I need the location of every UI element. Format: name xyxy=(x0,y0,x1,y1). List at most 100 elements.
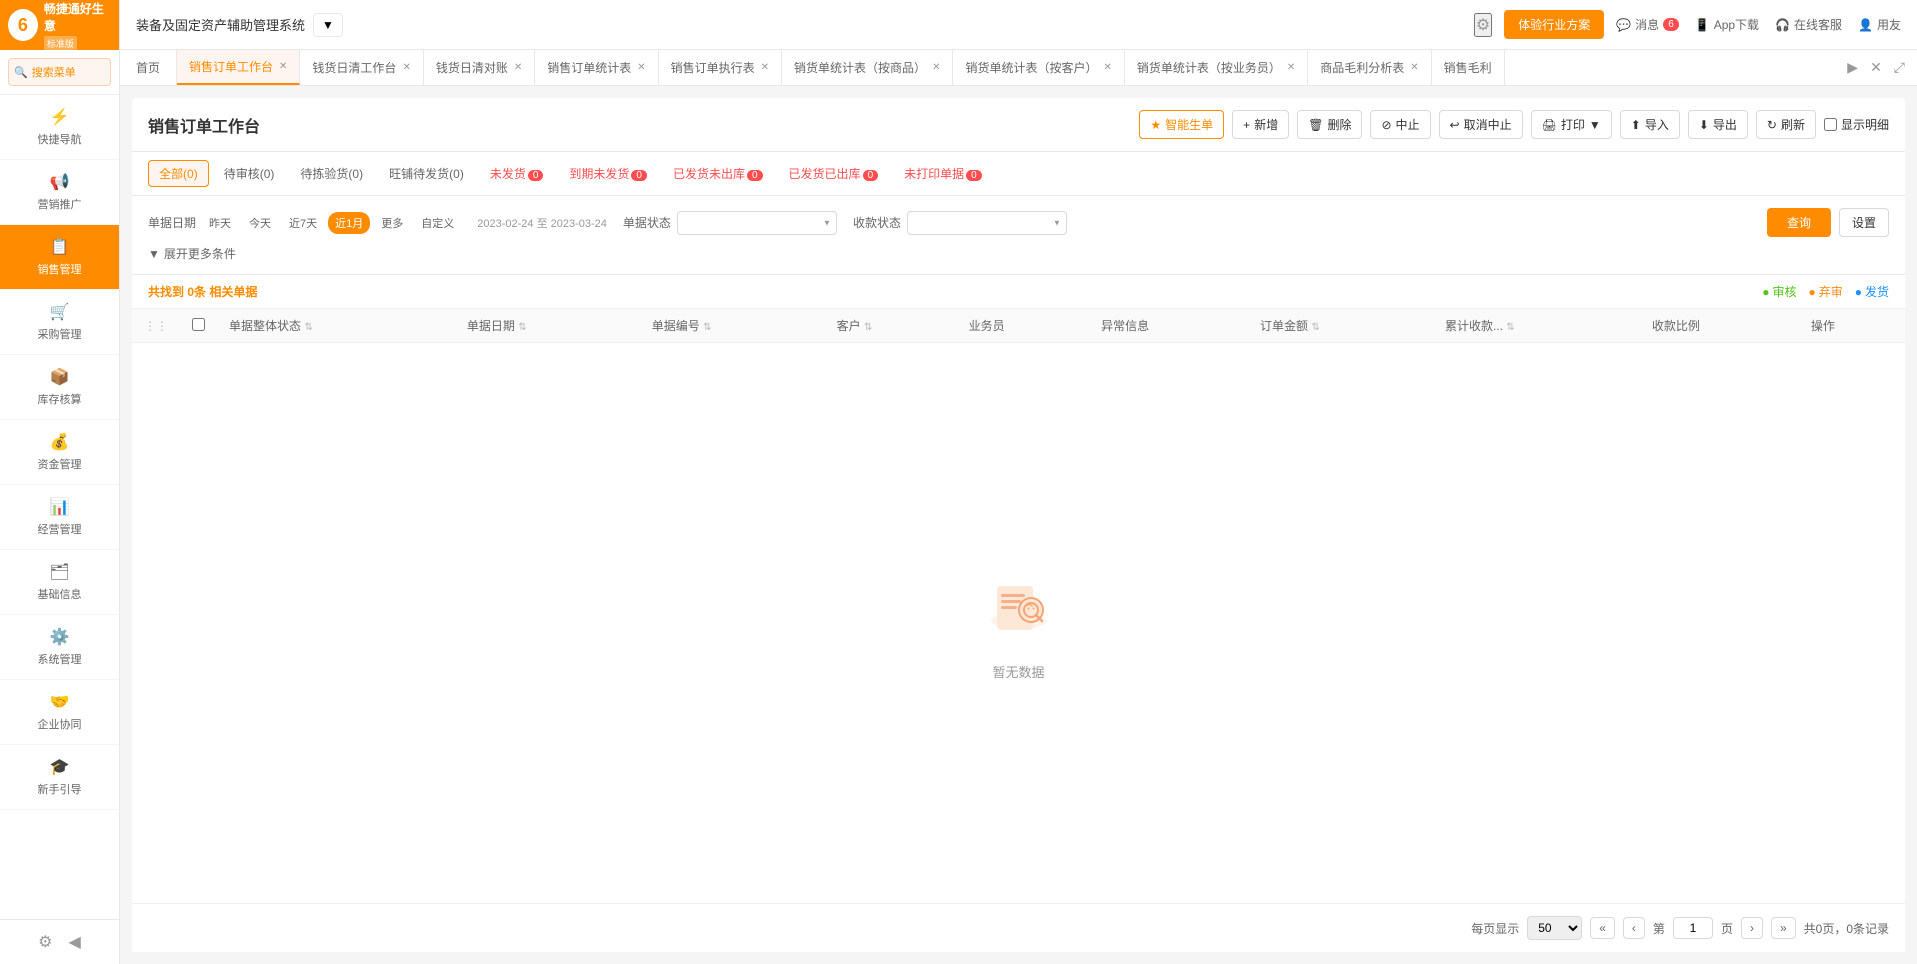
page-actions: ★ 智能生单 + 新增 🗑 删除 ⊘ 中止 ↩ 取消中止 xyxy=(1139,110,1889,139)
ship-button[interactable]: ● 发货 xyxy=(1855,283,1889,300)
date-btn-yesterday[interactable]: 昨天 xyxy=(202,212,238,234)
tab-goods-profit[interactable]: 商品毛利分析表 ✕ xyxy=(1308,50,1431,85)
sidebar-item-basic[interactable]: 🗂 基础信息 xyxy=(0,550,119,615)
tab-home[interactable]: 首页 xyxy=(120,50,177,85)
tab-close-icon[interactable]: ✕ xyxy=(761,62,769,73)
sort-date-icon[interactable]: ⇅ xyxy=(518,322,526,333)
sidebar-settings-button[interactable]: ⚙ xyxy=(34,928,56,956)
filter-tab-not-shipped[interactable]: 未发货0 xyxy=(479,160,555,187)
industry-solution-button[interactable]: 体验行业方案 xyxy=(1504,10,1604,39)
receipt-filter-item: 收款状态 xyxy=(853,211,1067,235)
sort-collected-icon[interactable]: ⇅ xyxy=(1506,322,1514,333)
filter-settings-button[interactable]: 设置 xyxy=(1839,208,1889,237)
filter-tab-pending-review[interactable]: 待审核(0) xyxy=(213,160,286,187)
prev-page-button[interactable]: ‹ xyxy=(1623,917,1645,939)
message-button[interactable]: 💬 消息 6 xyxy=(1616,16,1679,33)
filter-tab-all[interactable]: 全部(0) xyxy=(148,160,209,187)
print-button[interactable]: 🖨 打印 ▼ xyxy=(1531,110,1612,139)
status-select[interactable] xyxy=(677,211,837,235)
th-date: 单据日期 ⇅ xyxy=(455,309,640,343)
date-btn-today[interactable]: 今天 xyxy=(242,212,278,234)
tab-cash-daily[interactable]: 钱货日清工作台 ✕ xyxy=(300,50,423,85)
tab-close-icon[interactable]: ✕ xyxy=(279,61,287,72)
smart-create-button[interactable]: ★ 智能生单 xyxy=(1139,110,1224,139)
filter-tab-wangpu-pending[interactable]: 旺铺待发货(0) xyxy=(378,160,475,187)
tab-sales-stats[interactable]: 销售订单统计表 ✕ xyxy=(535,50,658,85)
pagination: 每页显示 20 50 100 « ‹ 第 页 › » 共0页，0条记录 xyxy=(132,903,1905,952)
tab-sales-by-product[interactable]: 销货单统计表（按商品） ✕ xyxy=(782,50,953,85)
sidebar-item-purchase[interactable]: 🛒 采购管理 xyxy=(0,290,119,355)
sidebar-item-finance[interactable]: 💰 资金管理 xyxy=(0,420,119,485)
app-download-button[interactable]: 📱 App下载 xyxy=(1695,16,1759,33)
stop-button[interactable]: ⊘ 中止 xyxy=(1370,110,1430,139)
tab-close-icon[interactable]: ✕ xyxy=(932,62,940,73)
show-detail-checkbox[interactable] xyxy=(1824,118,1837,131)
tab-maximize-button[interactable]: ⤢ xyxy=(1890,57,1909,78)
tab-sales-gross[interactable]: 销售毛利 xyxy=(1432,50,1505,85)
tab-close-icon[interactable]: ✕ xyxy=(1287,62,1295,73)
approve-button[interactable]: ● 审核 xyxy=(1762,283,1796,300)
tab-cash-reconcile[interactable]: 钱货日清对账 ✕ xyxy=(424,50,535,85)
date-btn-7days[interactable]: 近7天 xyxy=(282,212,324,234)
revoke-button[interactable]: ● 弃审 xyxy=(1808,283,1842,300)
per-page-select[interactable]: 20 50 100 xyxy=(1527,916,1582,940)
sidebar-item-sales[interactable]: 📋 销售管理 xyxy=(0,225,119,290)
filter-tab-shipped-out[interactable]: 已发货已出库0 xyxy=(778,160,890,187)
date-btn-custom[interactable]: 自定义 xyxy=(414,212,461,234)
sidebar-item-system[interactable]: ⚙️ 系统管理 xyxy=(0,615,119,680)
sort-status-icon[interactable]: ⇅ xyxy=(304,322,312,333)
query-button[interactable]: 查询 xyxy=(1767,208,1831,237)
sort-number-icon[interactable]: ⇅ xyxy=(703,322,711,333)
show-detail-label[interactable]: 显示明细 xyxy=(1824,116,1889,133)
export-icon: ⬇ xyxy=(1699,118,1709,132)
settings-icon-button[interactable]: ⚙ xyxy=(1474,13,1492,37)
next-page-button[interactable]: › xyxy=(1741,917,1763,939)
tab-close-icon[interactable]: ✕ xyxy=(402,62,410,73)
sidebar-item-inventory[interactable]: 📦 库存核算 xyxy=(0,355,119,420)
search-menu-button[interactable]: 🔍 搜索菜单 xyxy=(8,58,111,86)
sidebar-item-quick-nav[interactable]: ⚡ 快捷导航 xyxy=(0,95,119,160)
plus-icon: + xyxy=(1243,118,1250,132)
sidebar-item-marketing[interactable]: 📢 营销推广 xyxy=(0,160,119,225)
tab-sales-by-customer[interactable]: 销货单统计表（按客户） ✕ xyxy=(953,50,1124,85)
tab-close-icon[interactable]: ✕ xyxy=(637,62,645,73)
page-number-input[interactable] xyxy=(1673,917,1713,939)
cancel-stop-button[interactable]: ↩ 取消中止 xyxy=(1439,110,1523,139)
date-btn-1month[interactable]: 近1月 xyxy=(328,212,370,234)
sidebar-item-ops[interactable]: 📊 经营管理 xyxy=(0,485,119,550)
tab-close-icon[interactable]: ✕ xyxy=(1103,62,1111,73)
export-button[interactable]: ⬇ 导出 xyxy=(1688,110,1748,139)
tab-scroll-right-button[interactable]: ▶ xyxy=(1843,57,1862,78)
tab-sales-exec[interactable]: 销售订单执行表 ✕ xyxy=(659,50,782,85)
online-service-button[interactable]: 🎧 在线客服 xyxy=(1775,16,1842,33)
refresh-button[interactable]: ↻ 刷新 xyxy=(1756,110,1816,139)
filter-tab-pending-inspect[interactable]: 待拣验货(0) xyxy=(289,160,374,187)
user-menu-button[interactable]: 👤 用友 xyxy=(1858,16,1901,33)
sidebar-collapse-button[interactable]: ◀ xyxy=(65,928,85,956)
sidebar-item-guide[interactable]: 🎓 新手引导 xyxy=(0,745,119,810)
select-all-checkbox[interactable] xyxy=(192,318,205,331)
tab-sales-workbench[interactable]: 销售订单工作台 ✕ xyxy=(177,50,300,85)
filter-tab-shipped-not-out[interactable]: 已发货未出库0 xyxy=(662,160,774,187)
sidebar-item-collab[interactable]: 🤝 企业协同 xyxy=(0,680,119,745)
sort-customer-icon[interactable]: ⇅ xyxy=(864,322,872,333)
first-page-button[interactable]: « xyxy=(1590,917,1615,939)
tab-close-all-button[interactable]: ✕ xyxy=(1866,57,1886,78)
th-abnormal: 异常信息 xyxy=(1089,309,1248,343)
system-dropdown-button[interactable]: ▼ xyxy=(313,13,343,37)
date-btn-more[interactable]: 更多 xyxy=(374,212,410,234)
add-button[interactable]: + 新增 xyxy=(1232,110,1289,139)
import-button[interactable]: ⬆ 导入 xyxy=(1620,110,1680,139)
delete-button[interactable]: 🗑 删除 xyxy=(1297,110,1362,139)
receipt-select[interactable] xyxy=(907,211,1067,235)
filter-tab-not-printed[interactable]: 未打印单据0 xyxy=(893,160,993,187)
table-operations: ● 审核 ● 弃审 ● 发货 xyxy=(1762,283,1889,300)
tab-sales-by-staff[interactable]: 销货单统计表（按业务员） ✕ xyxy=(1125,50,1308,85)
expand-filters-button[interactable]: ▼ 展开更多条件 xyxy=(148,245,236,262)
page-prefix-label: 第 xyxy=(1653,920,1665,937)
filter-tab-overdue-not-shipped[interactable]: 到期未发货0 xyxy=(558,160,658,187)
tab-close-icon[interactable]: ✕ xyxy=(514,62,522,73)
sort-amount-icon[interactable]: ⇅ xyxy=(1311,322,1319,333)
last-page-button[interactable]: » xyxy=(1771,917,1796,939)
tab-close-icon[interactable]: ✕ xyxy=(1410,62,1418,73)
